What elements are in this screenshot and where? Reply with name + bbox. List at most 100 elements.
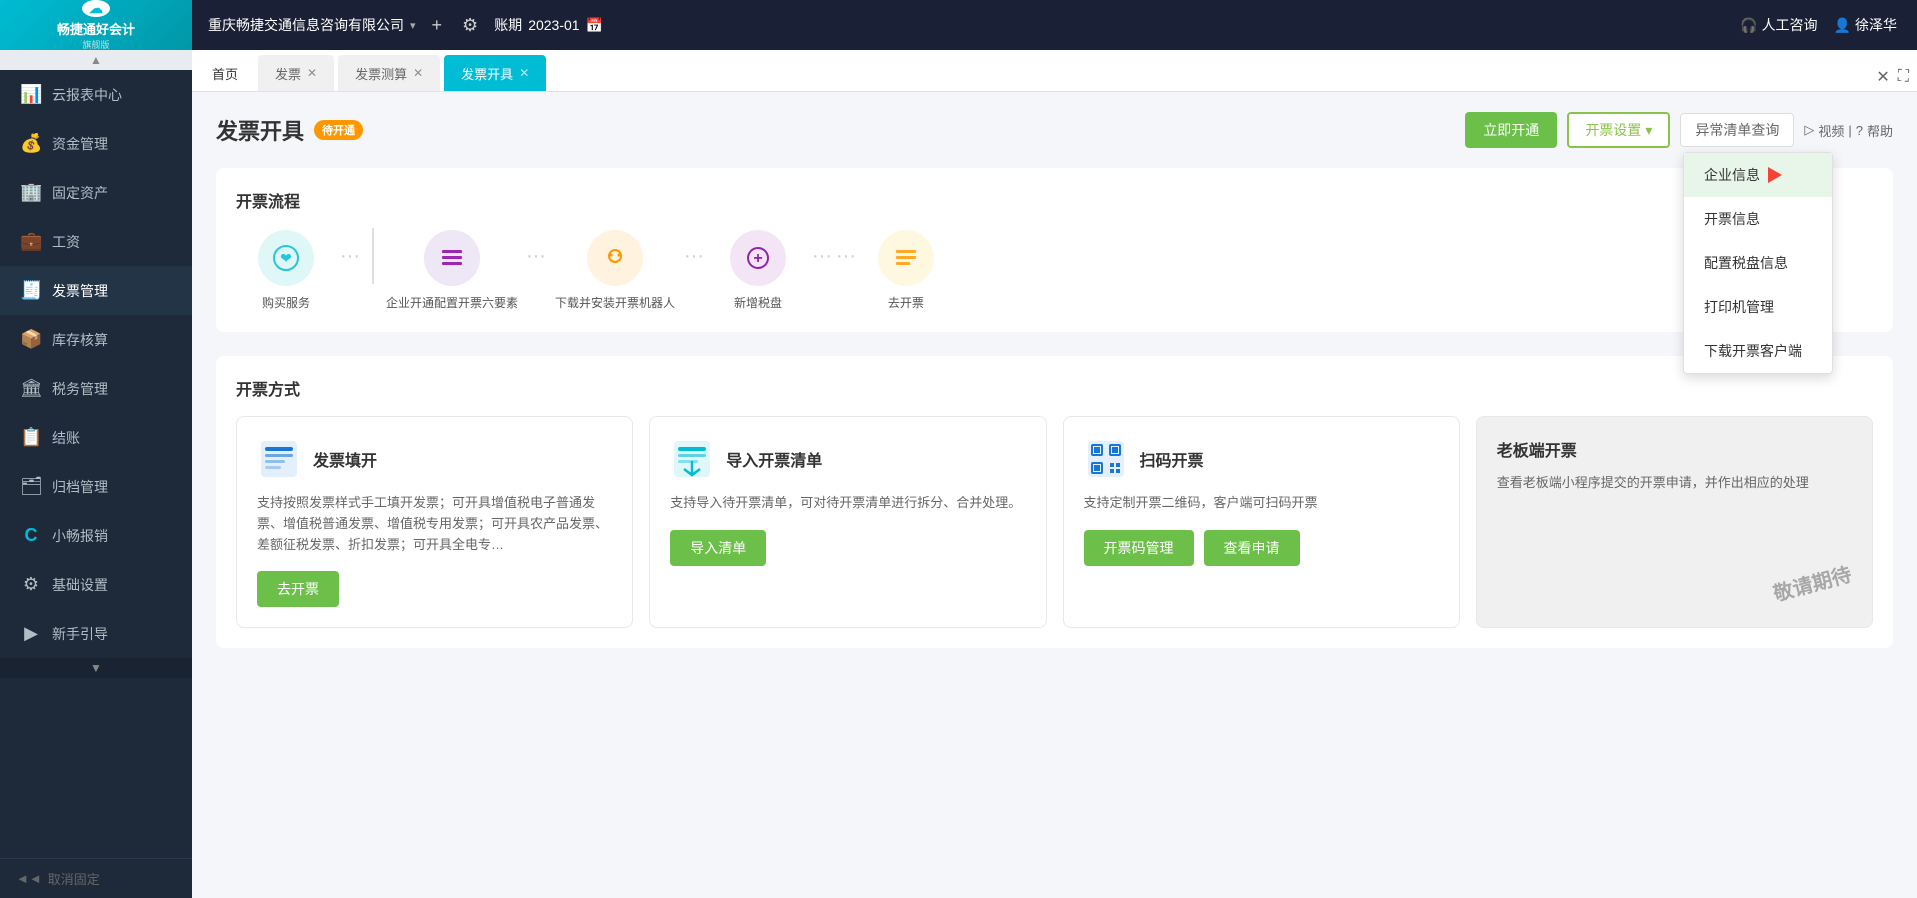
consultant-button[interactable]: 🎧 人工咨询 xyxy=(1740,15,1817,35)
abnormal-button-label: 异常清单查询 xyxy=(1695,120,1779,140)
red-arrow-icon xyxy=(1768,167,1782,183)
scroll-up-icon: ▲ xyxy=(90,53,102,67)
page-title-text: 发票开具 xyxy=(216,114,304,146)
svg-text:❤: ❤ xyxy=(280,250,292,266)
dropdown-item-download[interactable]: 下载开票客户端 xyxy=(1684,329,1832,373)
dropdown-item-tax-config[interactable]: 配置税盘信息 xyxy=(1684,241,1832,285)
abnormal-button[interactable]: 异常清单查询 xyxy=(1680,113,1794,147)
expense-icon: C xyxy=(20,525,42,546)
sidebar-item-label: 库存核算 xyxy=(52,330,108,350)
consultant-label: 人工咨询 xyxy=(1762,15,1818,35)
dropdown-item-label: 开票信息 xyxy=(1704,209,1760,229)
sidebar-item-assets[interactable]: 🏢 固定资产 xyxy=(0,168,192,217)
dropdown-item-label: 企业信息 xyxy=(1704,165,1760,185)
sidebar-item-expense[interactable]: C 小畅报销 xyxy=(0,511,192,560)
settings-dropdown-icon: ▾ xyxy=(1645,122,1652,139)
method-fill-icon xyxy=(257,437,301,481)
method-boss-desc: 查看老板端小程序提交的开票申请，并作出相应的处理 xyxy=(1497,473,1852,494)
logo-icon: ☁ xyxy=(82,0,110,17)
tab-maximize-button[interactable]: ⛶ xyxy=(1898,68,1909,86)
method-card-import: 导入开票清单 支持导入待开票清单，可对待开票清单进行拆分、合并处理。 导入清单 xyxy=(649,416,1046,628)
sidebar-item-label: 基础设置 xyxy=(52,575,108,595)
tab-calc-close-icon[interactable]: ✕ xyxy=(413,66,423,80)
method-boss-header: 老板端开票 xyxy=(1497,437,1852,461)
method-boss-title: 老板端开票 xyxy=(1497,437,1577,461)
methods-section-wrapper: 开票方式 发票填开 支持按照发票样式手工填开发票；可开具增值税电子普通发票、增值… xyxy=(216,356,1893,648)
content-area: 首页 发票 ✕ 发票测算 ✕ 发票开具 ✕ ✕ ⛶ xyxy=(192,50,1917,898)
process-arrow-2: ··· xyxy=(526,245,546,268)
step3-icon xyxy=(587,230,643,286)
user-profile[interactable]: 👤 徐泽华 xyxy=(1834,15,1897,35)
logo-sub: 旗舰版 xyxy=(82,38,109,51)
sidebar-item-label: 税务管理 xyxy=(52,379,108,399)
method-fill-title: 发票填开 xyxy=(313,447,377,471)
overlay-text: 敬请期待 xyxy=(1770,559,1855,608)
sidebar-item-checkout[interactable]: 📋 结账 xyxy=(0,413,192,462)
sidebar-item-label: 新手引导 xyxy=(52,624,108,644)
dropdown-item-company[interactable]: 企业信息 xyxy=(1684,153,1832,197)
tab-controls: ✕ ⛶ xyxy=(1876,67,1917,91)
tab-issue-label: 发票开具 xyxy=(461,64,513,83)
company-selector[interactable]: 重庆畅捷交通信息咨询有限公司 ▾ xyxy=(208,15,416,35)
funds-icon: 💰 xyxy=(20,133,42,154)
settings-button[interactable]: 开票设置 ▾ xyxy=(1567,112,1670,148)
sidebar-item-tax[interactable]: 🏛 税务管理 xyxy=(0,364,192,413)
step5-icon xyxy=(878,230,934,286)
sidebar-item-label: 发票管理 xyxy=(52,281,108,301)
tab-invoice[interactable]: 发票 ✕ xyxy=(258,55,334,91)
process-step-2: 企业开通配置开票六要素 xyxy=(382,230,522,311)
process-arrow-1: ··· xyxy=(340,245,360,268)
method-import-button[interactable]: 导入清单 xyxy=(670,530,766,566)
sidebar-item-invoice[interactable]: 🧾 发票管理 xyxy=(0,266,192,315)
cancel-fixed-button[interactable]: ◄◄ 取消固定 xyxy=(0,858,192,898)
method-import-desc: 支持导入待开票清单，可对待开票清单进行拆分、合并处理。 xyxy=(670,493,1025,514)
page-content: 发票开具 待开通 立即开通 开票设置 ▾ 企业信息 xyxy=(192,92,1917,898)
help-label[interactable]: 帮助 xyxy=(1867,121,1893,140)
method-import-title: 导入开票清单 xyxy=(726,447,822,471)
tab-invoice-close-icon[interactable]: ✕ xyxy=(307,66,317,80)
tab-home[interactable]: 首页 xyxy=(196,55,254,91)
checkout-icon: 📋 xyxy=(20,427,42,448)
sidebar-item-funds[interactable]: 💰 资金管理 xyxy=(0,119,192,168)
settings-button-label: 开票设置 xyxy=(1585,120,1641,140)
add-button[interactable]: + xyxy=(428,11,447,40)
top-right: 🎧 人工咨询 👤 徐泽华 xyxy=(1740,15,1917,35)
tax-icon: 🏛 xyxy=(20,378,42,399)
tab-close-button[interactable]: ✕ xyxy=(1876,67,1889,87)
method-fill-desc: 支持按照发票样式手工填开发票；可开具增值税电子普通发票、增值税普通发票、增值税专… xyxy=(257,493,612,555)
calendar-icon[interactable]: 📅 xyxy=(586,17,603,34)
process-step-5: 去开票 xyxy=(856,230,956,311)
sidebar-item-settings[interactable]: ⚙ 基础设置 xyxy=(0,560,192,609)
tab-calc[interactable]: 发票测算 ✕ xyxy=(338,55,440,91)
sidebar-item-salary[interactable]: 💼 工资 xyxy=(0,217,192,266)
dropdown-item-label: 配置税盘信息 xyxy=(1704,253,1788,273)
sidebar-item-inventory[interactable]: 📦 库存核算 xyxy=(0,315,192,364)
sidebar-item-label: 工资 xyxy=(52,232,80,252)
scroll-up-button[interactable]: ▲ xyxy=(0,50,192,70)
sidebar-item-guide[interactable]: ▶ 新手引导 xyxy=(0,609,192,658)
top-center: 重庆畅捷交通信息咨询有限公司 ▾ + ⚙ 账期 2023-01 📅 xyxy=(192,11,1740,40)
page-header: 发票开具 待开通 立即开通 开票设置 ▾ 企业信息 xyxy=(216,112,1893,148)
guide-icon: ▶ xyxy=(20,623,42,644)
tab-issue[interactable]: 发票开具 ✕ xyxy=(444,55,546,91)
sidebar-item-archive[interactable]: 🗂 归档管理 xyxy=(0,462,192,511)
page-actions: 立即开通 开票设置 ▾ 企业信息 开票信息 xyxy=(1465,112,1893,148)
tab-issue-close-icon[interactable]: ✕ xyxy=(519,66,529,80)
tab-home-label: 首页 xyxy=(212,64,238,83)
scroll-down-button[interactable]: ▼ xyxy=(0,658,192,678)
method-fill-button[interactable]: 去开票 xyxy=(257,571,339,607)
dropdown-item-invoice-info[interactable]: 开票信息 xyxy=(1684,197,1832,241)
method-scan-code-button[interactable]: 开票码管理 xyxy=(1084,530,1194,566)
method-scan-view-button[interactable]: 查看申请 xyxy=(1204,530,1300,566)
sidebar-item-label: 云报表中心 xyxy=(52,85,122,105)
dropdown-item-printer[interactable]: 打印机管理 xyxy=(1684,285,1832,329)
sidebar-item-reports[interactable]: 📊 云报表中心 xyxy=(0,70,192,119)
activate-button[interactable]: 立即开通 xyxy=(1465,112,1557,148)
method-card-scan: 扫码开票 支持定制开票二维码，客户端可扫码开票 开票码管理 查看申请 xyxy=(1063,416,1460,628)
user-avatar: 👤 xyxy=(1834,17,1851,34)
help-icon: ? xyxy=(1856,123,1863,138)
video-label[interactable]: 视频 xyxy=(1818,121,1844,140)
method-fill-header: 发票填开 xyxy=(257,437,612,481)
settings-icon[interactable]: ⚙ xyxy=(458,11,482,40)
archive-icon: 🗂 xyxy=(20,476,42,497)
